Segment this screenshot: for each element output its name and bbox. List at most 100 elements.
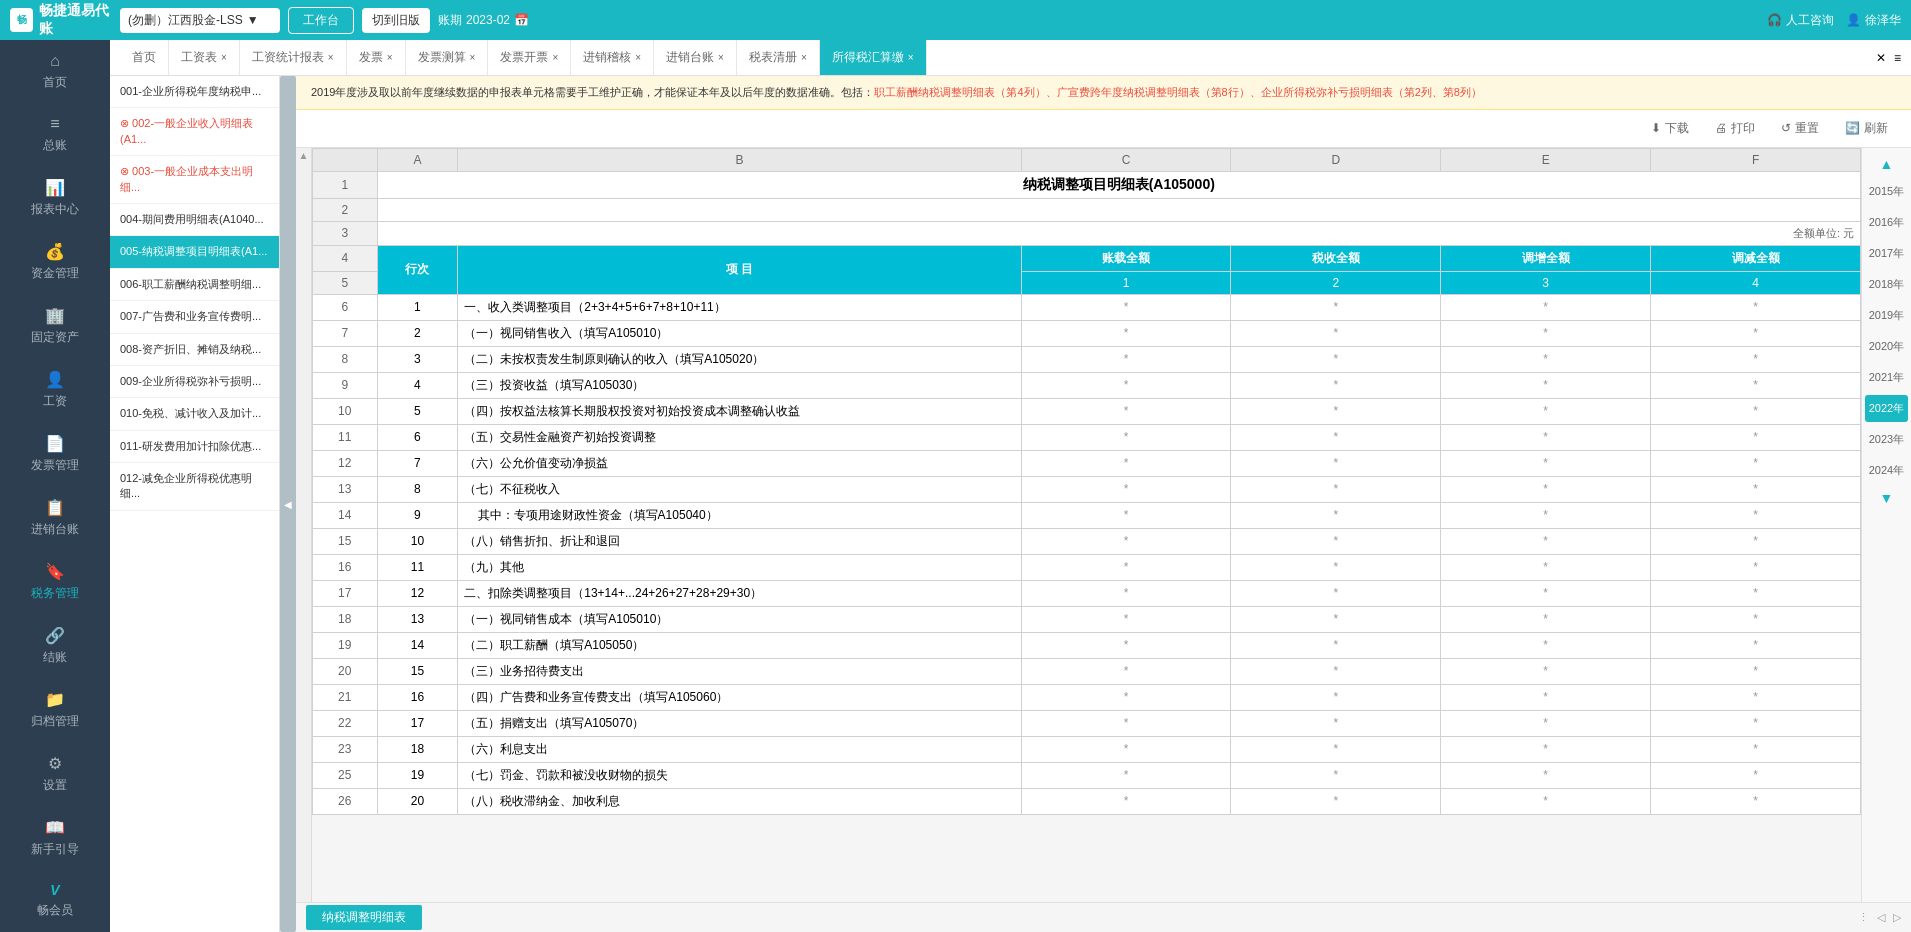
calendar-icon[interactable]: 📅 [514, 13, 529, 27]
c4-8[interactable]: * [1651, 476, 1861, 502]
c4-1[interactable]: * [1651, 294, 1861, 320]
c1-6[interactable]: * [1021, 424, 1231, 450]
download-button[interactable]: ⬇ 下载 [1643, 116, 1697, 141]
c3-6[interactable]: * [1441, 424, 1651, 450]
c2-5[interactable]: * [1231, 398, 1441, 424]
tab-invoice-open-close[interactable]: × [552, 52, 558, 63]
project-14[interactable]: （二）职工薪酬（填写A105050） [458, 632, 1021, 658]
year-2021[interactable]: 2021年 [1865, 364, 1908, 391]
c1-1[interactable]: * [1021, 294, 1231, 320]
c1-14[interactable]: * [1021, 632, 1231, 658]
nav-item-011[interactable]: 011-研发费用加计扣除优惠... [110, 431, 279, 463]
c4-20[interactable]: * [1651, 788, 1861, 814]
sidebar-item-finance[interactable]: 💰 资金管理 [0, 230, 110, 294]
year-2022[interactable]: 2022年 [1865, 395, 1908, 422]
tab-inout-close[interactable]: × [718, 52, 724, 63]
c2-6[interactable]: * [1231, 424, 1441, 450]
project-12[interactable]: 二、扣除类调整项目（13+14+...24+26+27+28+29+30） [458, 580, 1021, 606]
c2-16[interactable]: * [1231, 684, 1441, 710]
project-5[interactable]: （四）按权益法核算长期股权投资对初始投资成本调整确认收益 [458, 398, 1021, 424]
sidebar-item-tax[interactable]: 🔖 税务管理 [0, 550, 110, 614]
c1-9[interactable]: * [1021, 502, 1231, 528]
c2-2[interactable]: * [1231, 320, 1441, 346]
project-4[interactable]: （三）投资收益（填写A105030） [458, 372, 1021, 398]
project-11[interactable]: （九）其他 [458, 554, 1021, 580]
tab-invoice-close[interactable]: × [387, 52, 393, 63]
spreadsheet-scroll[interactable]: A B C D E F [312, 148, 1861, 903]
sidebar-item-home[interactable]: ⌂ 首页 [0, 40, 110, 103]
c2-9[interactable]: * [1231, 502, 1441, 528]
c3-10[interactable]: * [1441, 528, 1651, 554]
c3-9[interactable]: * [1441, 502, 1651, 528]
sidebar-item-assets[interactable]: 🏢 固定资产 [0, 294, 110, 358]
c3-3[interactable]: * [1441, 346, 1651, 372]
c4-17[interactable]: * [1651, 710, 1861, 736]
c3-17[interactable]: * [1441, 710, 1651, 736]
c4-18[interactable]: * [1651, 736, 1861, 762]
c1-7[interactable]: * [1021, 450, 1231, 476]
c4-3[interactable]: * [1651, 346, 1861, 372]
c4-11[interactable]: * [1651, 554, 1861, 580]
year-nav-up[interactable]: ▲ [1876, 152, 1898, 176]
sidebar-item-payroll[interactable]: 👤 工资 [0, 358, 110, 422]
c2-3[interactable]: * [1231, 346, 1441, 372]
c3-5[interactable]: * [1441, 398, 1651, 424]
c3-18[interactable]: * [1441, 736, 1651, 762]
refresh-button[interactable]: 🔄 刷新 [1837, 116, 1896, 141]
c1-13[interactable]: * [1021, 606, 1231, 632]
c3-14[interactable]: * [1441, 632, 1651, 658]
c1-4[interactable]: * [1021, 372, 1231, 398]
sidebar-item-ledger[interactable]: ≡ 总账 [0, 103, 110, 166]
tab-invoice-calc[interactable]: 发票测算 × [406, 40, 489, 76]
nav-item-008[interactable]: 008-资产折旧、摊销及纳税... [110, 334, 279, 366]
c4-2[interactable]: * [1651, 320, 1861, 346]
tab-payroll[interactable]: 工资表 × [169, 40, 240, 76]
scroll-right[interactable]: ▷ [1893, 911, 1901, 924]
c4-12[interactable]: * [1651, 580, 1861, 606]
c4-13[interactable]: * [1651, 606, 1861, 632]
c3-20[interactable]: * [1441, 788, 1651, 814]
project-13[interactable]: （一）视同销售成本（填写A105010） [458, 606, 1021, 632]
tab-close-all[interactable]: ✕ [1876, 51, 1886, 65]
c1-17[interactable]: * [1021, 710, 1231, 736]
c3-8[interactable]: * [1441, 476, 1651, 502]
c1-8[interactable]: * [1021, 476, 1231, 502]
c4-5[interactable]: * [1651, 398, 1861, 424]
c2-19[interactable]: * [1231, 762, 1441, 788]
sidebar-item-close[interactable]: 🔗 结账 [0, 614, 110, 678]
sidebar-item-guide[interactable]: 📖 新手引导 [0, 806, 110, 870]
project-20[interactable]: （八）税收滞纳金、加收利息 [458, 788, 1021, 814]
year-2020[interactable]: 2020年 [1865, 333, 1908, 360]
c1-18[interactable]: * [1021, 736, 1231, 762]
tab-menu[interactable]: ≡ [1894, 51, 1901, 65]
project-7[interactable]: （六）公允价值变动净损益 [458, 450, 1021, 476]
sidebar-item-archive[interactable]: 📁 归档管理 [0, 678, 110, 742]
c4-15[interactable]: * [1651, 658, 1861, 684]
c4-14[interactable]: * [1651, 632, 1861, 658]
workbench-button[interactable]: 工作台 [288, 7, 354, 34]
sidebar-item-invoice[interactable]: 📄 发票管理 [0, 422, 110, 486]
c2-13[interactable]: * [1231, 606, 1441, 632]
tab-check-close[interactable]: × [635, 52, 641, 63]
sidebar-item-sales[interactable]: 📋 进销台账 [0, 486, 110, 550]
c2-1[interactable]: * [1231, 294, 1441, 320]
c1-12[interactable]: * [1021, 580, 1231, 606]
nav-item-003[interactable]: ⊗ 003-一般企业成本支出明细... [110, 156, 279, 204]
tab-taxlist[interactable]: 税表清册 × [737, 40, 820, 76]
sidebar-item-settings[interactable]: ⚙ 设置 [0, 742, 110, 806]
year-2024[interactable]: 2024年 [1865, 457, 1908, 484]
c3-19[interactable]: * [1441, 762, 1651, 788]
nav-item-005[interactable]: 005-纳税调整项目明细表(A1... [110, 236, 279, 268]
c4-16[interactable]: * [1651, 684, 1861, 710]
project-2[interactable]: （一）视同销售收入（填写A105010） [458, 320, 1021, 346]
c1-5[interactable]: * [1021, 398, 1231, 424]
nav-item-004[interactable]: 004-期间费用明细表(A1040... [110, 204, 279, 236]
c2-14[interactable]: * [1231, 632, 1441, 658]
tab-payroll-close[interactable]: × [221, 52, 227, 63]
nav-item-002[interactable]: ⊗ 002-一般企业收入明细表(A1... [110, 108, 279, 156]
c2-7[interactable]: * [1231, 450, 1441, 476]
nav-item-012[interactable]: 012-减免企业所得税优惠明细... [110, 463, 279, 511]
year-2016[interactable]: 2016年 [1865, 209, 1908, 236]
c4-9[interactable]: * [1651, 502, 1861, 528]
c2-10[interactable]: * [1231, 528, 1441, 554]
